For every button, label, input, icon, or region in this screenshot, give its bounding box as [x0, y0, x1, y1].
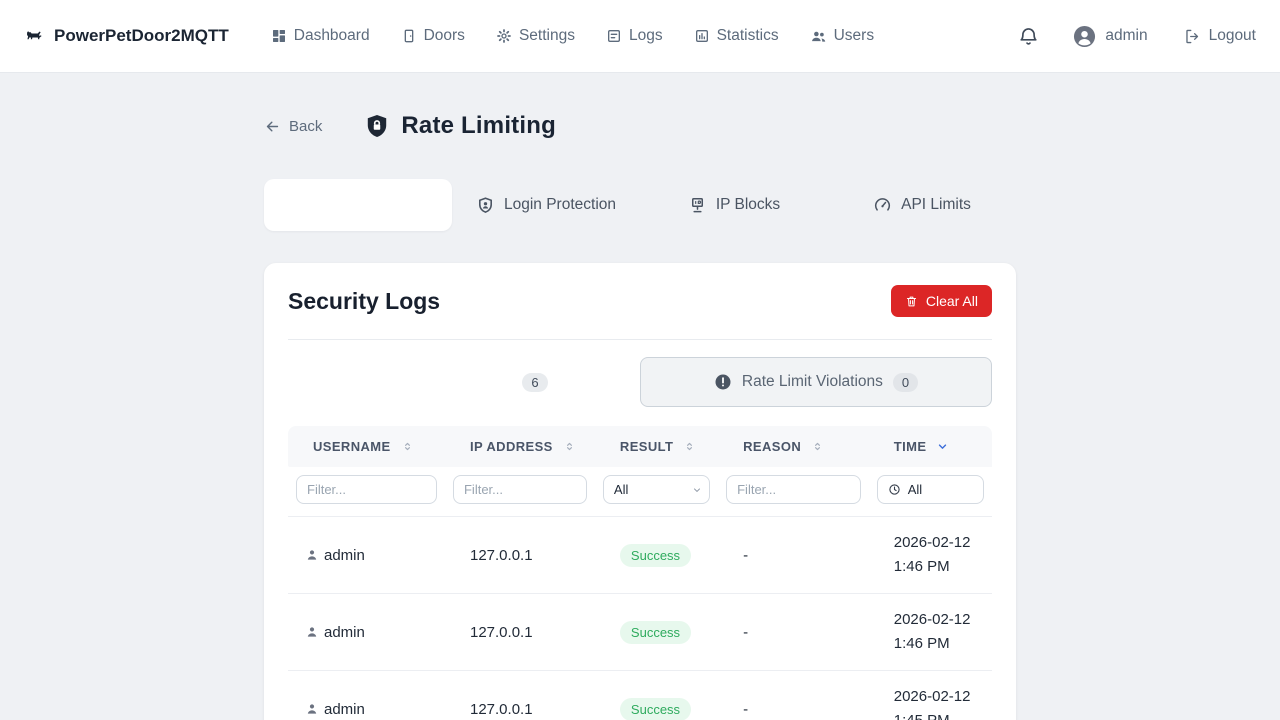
table-row: admin 127.0.0.1 Success - 2026-02-121:45… [288, 670, 992, 720]
nav-label: Dashboard [293, 27, 370, 44]
nav-item-dashboard[interactable]: Dashboard [271, 27, 370, 45]
tab-label: API Limits [901, 196, 971, 213]
page-content: Back Rate Limiting Login Protection IP B… [264, 112, 1016, 720]
user-menu[interactable]: admin [1073, 25, 1148, 48]
tab-ip-blocks[interactable]: IP Blocks [640, 179, 828, 231]
nav-label: Statistics [716, 27, 779, 44]
rate-limiting-tabs: Login Protection IP Blocks API Limits [264, 179, 1016, 231]
main-nav: Dashboard Doors Settings Logs Statistics… [271, 27, 874, 45]
brand-logo[interactable]: PowerPetDoor2MQTT [24, 26, 229, 47]
sort-icon [563, 440, 576, 453]
col-header-reason[interactable]: REASON [718, 426, 869, 467]
log-subtabs: 6 Rate Limit Violations 0 [288, 357, 992, 407]
person-icon [305, 625, 319, 639]
back-button[interactable]: Back [264, 118, 322, 135]
reason-filter-input[interactable] [726, 475, 861, 504]
username-label: admin [1105, 27, 1148, 44]
time-filter-button[interactable]: All [876, 475, 984, 504]
logout-label: Logout [1208, 27, 1256, 44]
sort-icon [811, 440, 824, 453]
network-icon [688, 196, 707, 215]
card-header: Security Logs Clear All [288, 285, 992, 340]
table-filter-row: All All [288, 467, 992, 517]
status-badge: Success [619, 620, 692, 644]
sort-icon [401, 440, 414, 453]
security-logs-table: USERNAME IP ADDRESS RESULT REASON TIME A… [288, 426, 992, 720]
shield-user-icon [476, 196, 495, 215]
status-badge: Success [619, 697, 692, 720]
clear-all-label: Clear All [925, 293, 978, 309]
back-label: Back [289, 117, 323, 135]
logout-icon [1184, 28, 1201, 45]
person-icon [305, 548, 319, 562]
statistics-icon [694, 28, 710, 44]
username-filter-input[interactable] [296, 475, 437, 504]
tab-active-blank[interactable] [264, 179, 452, 231]
gear-icon [496, 28, 512, 44]
bell-icon[interactable] [1018, 26, 1039, 47]
nav-item-doors[interactable]: Doors [401, 27, 465, 45]
table-row: admin 127.0.0.1 Success - 2026-02-12 1:46… [288, 516, 992, 594]
violations-count-badge: 0 [892, 372, 919, 392]
arrow-left-icon [264, 118, 281, 135]
logout-button[interactable]: Logout [1184, 27, 1256, 45]
brand-name: PowerPetDoor2MQTT [54, 26, 229, 45]
card-title: Security Logs [288, 287, 441, 314]
login-attempts-count-badge: 6 [522, 372, 548, 392]
subtab-rate-limit-violations[interactable]: Rate Limit Violations 0 [640, 357, 992, 407]
col-header-ip-address[interactable]: IP ADDRESS [444, 426, 595, 467]
col-header-time[interactable]: TIME [868, 426, 992, 467]
avatar-icon [1073, 25, 1096, 48]
back-row: Back Rate Limiting [264, 112, 1016, 140]
gauge-icon [873, 196, 892, 215]
nav-right: admin Logout [1018, 25, 1256, 48]
dashboard-icon [271, 28, 287, 44]
logs-icon [606, 28, 622, 44]
clear-all-button[interactable]: Clear All [890, 285, 992, 317]
security-logs-card: Security Logs Clear All 6 Rate Limit Vio… [264, 263, 1016, 720]
door-icon [401, 28, 417, 44]
ip-filter-input[interactable] [452, 475, 587, 504]
tab-login-protection[interactable]: Login Protection [452, 179, 640, 231]
chevron-down-icon [936, 440, 949, 453]
shield-lock-icon [364, 113, 390, 139]
nav-label: Logs [628, 27, 663, 44]
table-row: admin 127.0.0.1 Success - 2026-02-12 1:46… [288, 593, 992, 671]
tab-label: Login Protection [503, 196, 617, 213]
tab-label: IP Blocks [715, 196, 781, 213]
violations-label: Rate Limit Violations [741, 373, 883, 390]
nav-label: Users [833, 27, 875, 44]
person-icon [305, 702, 319, 716]
tab-api-limits[interactable]: API Limits [828, 179, 1016, 231]
nav-label: Settings [518, 27, 575, 44]
nav-item-logs[interactable]: Logs [606, 27, 663, 45]
trash-icon [905, 295, 918, 308]
page-title: Rate Limiting [364, 112, 556, 140]
alert-circle-icon [714, 373, 732, 391]
nav-item-statistics[interactable]: Statistics [694, 27, 779, 45]
clock-icon [888, 483, 901, 496]
users-icon [810, 28, 827, 45]
page-title-text: Rate Limiting [401, 112, 556, 139]
col-header-result[interactable]: RESULT [594, 426, 719, 467]
nav-item-settings[interactable]: Settings [496, 27, 575, 45]
status-badge: Success [619, 543, 692, 567]
subtab-login-attempts[interactable]: 6 [288, 357, 640, 407]
col-header-username[interactable]: USERNAME [288, 426, 445, 467]
sort-icon [683, 440, 696, 453]
nav-item-users[interactable]: Users [810, 27, 874, 45]
table-header-row: USERNAME IP ADDRESS RESULT REASON TIME [288, 426, 992, 467]
result-filter-select[interactable]: All [602, 475, 711, 504]
dog-icon [24, 26, 45, 47]
top-navbar: PowerPetDoor2MQTT Dashboard Doors Settin… [0, 0, 1280, 73]
nav-label: Doors [423, 27, 465, 44]
time-filter-value: All [907, 482, 923, 497]
